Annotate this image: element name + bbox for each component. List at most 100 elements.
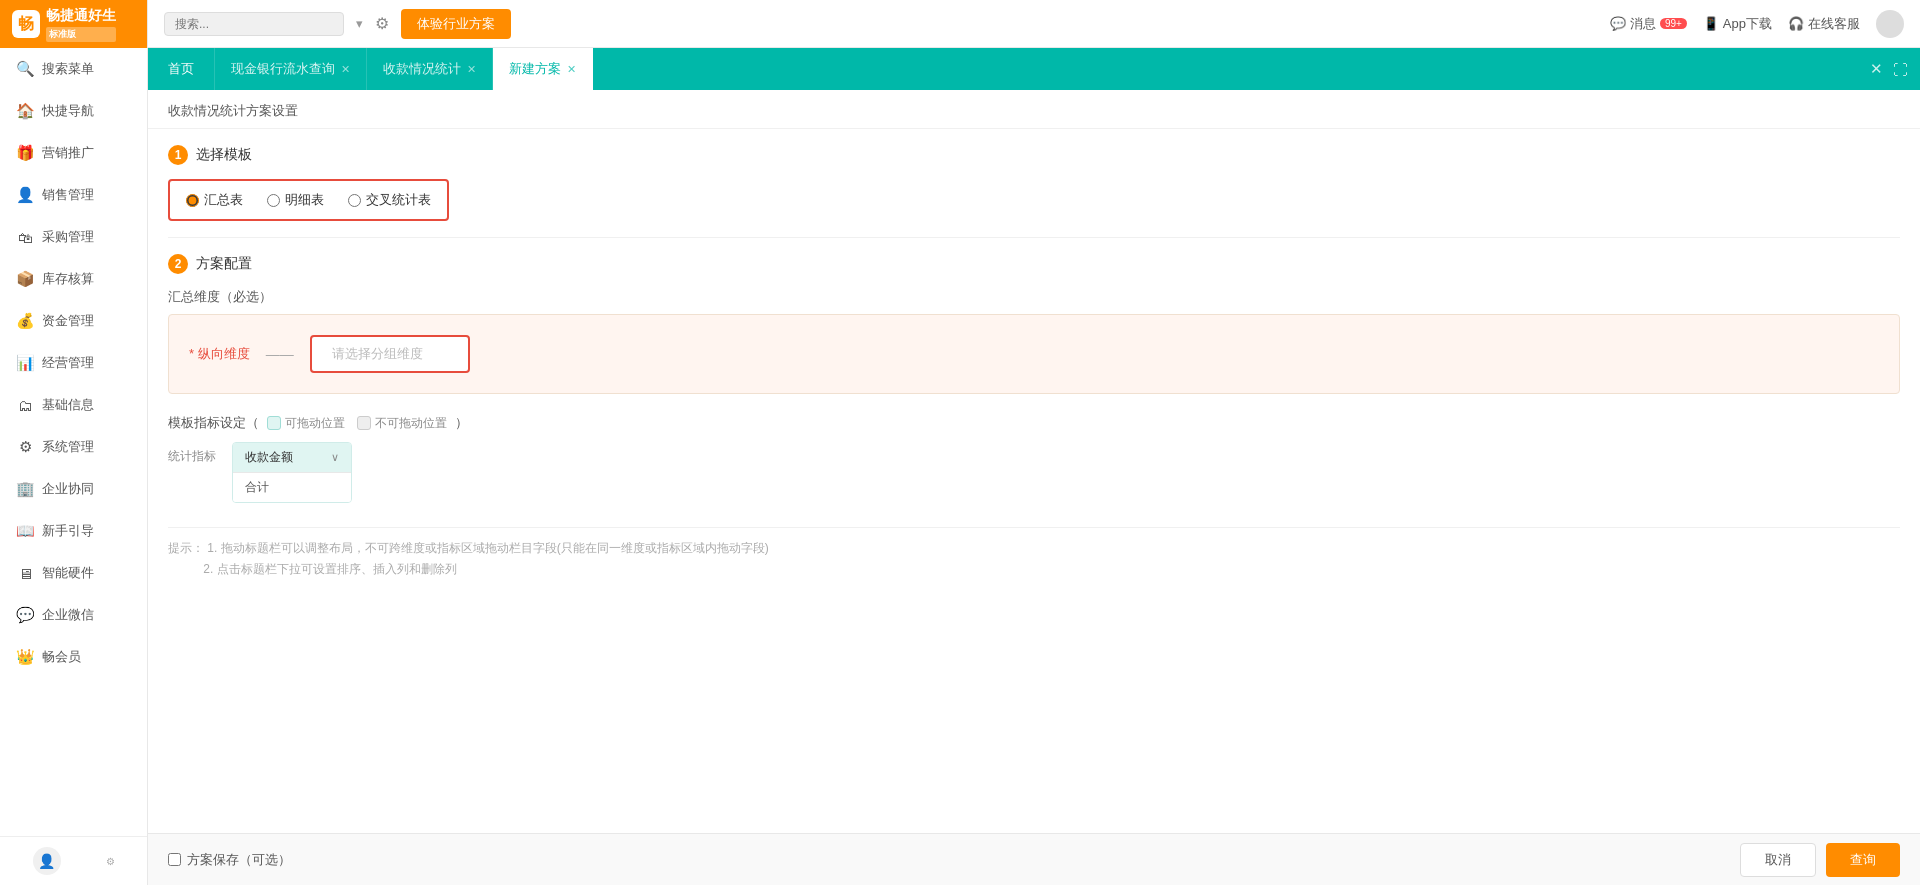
template-option-detail[interactable]: 明细表 bbox=[267, 191, 324, 209]
stats-tab-label: 收款情况统计 bbox=[383, 60, 461, 78]
building-icon: 🏢 bbox=[16, 480, 34, 498]
crown-icon: 👑 bbox=[16, 648, 34, 666]
dim-row: 纵向维度 —— 请选择分组维度 bbox=[189, 335, 1879, 373]
template-radio-detail[interactable] bbox=[267, 194, 280, 207]
sidebar-item-hardware[interactable]: 🖥 智能硬件 bbox=[0, 552, 147, 594]
sidebar-bottom-user[interactable]: 👤 bbox=[33, 847, 61, 875]
sidebar-item-operations[interactable]: 📊 经营管理 bbox=[0, 342, 147, 384]
industry-btn[interactable]: 体验行业方案 bbox=[401, 9, 511, 39]
sidebar-item-marketing[interactable]: 🎁 营销推广 bbox=[0, 132, 147, 174]
logo-badge: 标准版 bbox=[46, 27, 116, 42]
maximize-icon[interactable]: ⛶ bbox=[1893, 61, 1908, 78]
sidebar-item-label: 企业协同 bbox=[42, 480, 94, 498]
tip-text-1: 1. 拖动标题栏可以调整布局，不可跨维度或指标区域拖动栏目字段(只能在同一维度或… bbox=[207, 541, 768, 555]
tab-close-stats[interactable]: ✕ bbox=[467, 63, 476, 76]
tip-text-2: 2. 点击标题栏下拉可设置排序、插入列和删除列 bbox=[203, 562, 456, 576]
tab-bank[interactable]: 现金银行流水查询 ✕ bbox=[215, 48, 367, 90]
tab-new[interactable]: 新建方案 ✕ bbox=[493, 48, 593, 90]
search-input[interactable] bbox=[164, 12, 344, 36]
template-option-cross[interactable]: 交叉统计表 bbox=[348, 191, 431, 209]
sidebar-item-basic[interactable]: 🗂 基础信息 bbox=[0, 384, 147, 426]
indicator-header[interactable]: 收款金额 ∨ bbox=[233, 443, 351, 472]
settings-icon[interactable]: ⚙ bbox=[375, 14, 389, 33]
sidebar-item-corp[interactable]: 🏢 企业协同 bbox=[0, 468, 147, 510]
dim-select-box[interactable]: 请选择分组维度 bbox=[310, 335, 470, 373]
dim-section-label: 汇总维度（必选） bbox=[168, 288, 1900, 306]
tab-close-new[interactable]: ✕ bbox=[567, 63, 576, 76]
non-draggable-legend-box bbox=[357, 416, 371, 430]
service-label: 在线客服 bbox=[1808, 15, 1860, 33]
cancel-button[interactable]: 取消 bbox=[1740, 843, 1816, 877]
folder-icon: 🗂 bbox=[16, 397, 34, 414]
logo-line1: 畅捷通好生 bbox=[46, 7, 116, 25]
step1-section: 1 选择模板 汇总表 明细表 交叉统计表 bbox=[148, 129, 1920, 237]
tab-stats[interactable]: 收款情况统计 ✕ bbox=[367, 48, 493, 90]
message-label: 消息 bbox=[1630, 15, 1656, 33]
service-btn[interactable]: 🎧 在线客服 bbox=[1788, 15, 1860, 33]
sidebar-item-member[interactable]: 👑 畅会员 bbox=[0, 636, 147, 678]
indicator-header-text: 收款金额 bbox=[245, 449, 293, 466]
indicator-section: 模板指标设定（ 可拖动位置 不可拖动位置 ） bbox=[168, 414, 1900, 503]
sidebar-item-guide[interactable]: 📖 新手引导 bbox=[0, 510, 147, 552]
gift-icon: 🎁 bbox=[16, 144, 34, 162]
footer: 方案保存（可选） 取消 查询 bbox=[148, 833, 1920, 885]
sidebar-item-system[interactable]: ⚙ 系统管理 bbox=[0, 426, 147, 468]
sidebar-bottom: 👤 ⚙ bbox=[0, 836, 147, 885]
chat-icon: 💬 bbox=[16, 606, 34, 624]
home-tab-label: 首页 bbox=[168, 60, 194, 78]
draggable-legend-box bbox=[267, 416, 281, 430]
main-area: ▾ ⚙ 体验行业方案 💬 消息 99+ 📱 App下载 🎧 在线客服 首页 bbox=[148, 0, 1920, 885]
sidebar-item-purchase[interactable]: 🛍 采购管理 bbox=[0, 216, 147, 258]
chart-icon: 📊 bbox=[16, 354, 34, 372]
save-checkbox[interactable] bbox=[168, 853, 181, 866]
indicator-cell-total: 合计 bbox=[233, 472, 351, 502]
money-icon: 💰 bbox=[16, 312, 34, 330]
draggable-legend: 可拖动位置 bbox=[267, 415, 345, 432]
query-button[interactable]: 查询 bbox=[1826, 843, 1900, 877]
sidebar-item-search[interactable]: 🔍 搜索菜单 bbox=[0, 48, 147, 90]
sidebar-item-wechat[interactable]: 💬 企业微信 bbox=[0, 594, 147, 636]
dropdown-arrow-icon[interactable]: ▾ bbox=[356, 16, 363, 31]
chevron-down-icon[interactable]: ∨ bbox=[331, 451, 339, 464]
sidebar-item-label: 智能硬件 bbox=[42, 564, 94, 582]
template-radio-cross[interactable] bbox=[348, 194, 361, 207]
search-icon: 🔍 bbox=[16, 60, 34, 78]
step2-label: 方案配置 bbox=[196, 255, 252, 273]
tabbar: 首页 现金银行流水查询 ✕ 收款情况统计 ✕ 新建方案 ✕ ✕ ⛶ bbox=[148, 48, 1920, 90]
template-option-summary[interactable]: 汇总表 bbox=[186, 191, 243, 209]
step2-badge: 2 bbox=[168, 254, 188, 274]
tabbar-actions: ✕ ⛶ bbox=[1858, 48, 1920, 90]
home-icon: 🏠 bbox=[16, 102, 34, 120]
sidebar-item-inventory[interactable]: 📦 库存核算 bbox=[0, 258, 147, 300]
template-radio-summary[interactable] bbox=[186, 194, 199, 207]
sidebar-item-label: 基础信息 bbox=[42, 396, 94, 414]
message-btn[interactable]: 💬 消息 99+ bbox=[1610, 15, 1687, 33]
indicator-label-suffix: ） bbox=[455, 414, 468, 432]
indicator-label-text: 模板指标设定（ bbox=[168, 414, 259, 432]
indicator-table: 收款金额 ∨ 合计 bbox=[232, 442, 352, 503]
logo-icon: 畅 bbox=[12, 10, 40, 38]
indicator-legend: 可拖动位置 不可拖动位置 bbox=[267, 415, 447, 432]
page-header: 收款情况统计方案设置 bbox=[148, 90, 1920, 129]
tab-close-bank[interactable]: ✕ bbox=[341, 63, 350, 76]
step1-badge: 1 bbox=[168, 145, 188, 165]
download-btn[interactable]: 📱 App下载 bbox=[1703, 15, 1772, 33]
sidebar-item-sales[interactable]: 👤 销售管理 bbox=[0, 174, 147, 216]
save-checkbox-label[interactable]: 方案保存（可选） bbox=[168, 851, 291, 869]
user-avatar[interactable] bbox=[1876, 10, 1904, 38]
tip-item-2: 2. 点击标题栏下拉可设置排序、插入列和删除列 bbox=[168, 561, 1900, 578]
logo-text: 畅捷通好生 标准版 bbox=[46, 7, 116, 42]
download-icon: 📱 bbox=[1703, 16, 1719, 31]
new-tab-label: 新建方案 bbox=[509, 60, 561, 78]
user-icon: 👤 bbox=[16, 186, 34, 204]
sidebar-item-label: 销售管理 bbox=[42, 186, 94, 204]
draggable-label: 可拖动位置 bbox=[285, 415, 345, 432]
close-window-icon[interactable]: ✕ bbox=[1870, 60, 1883, 78]
message-icon: 💬 bbox=[1610, 16, 1626, 31]
footer-actions: 取消 查询 bbox=[1740, 843, 1900, 877]
sidebar-item-nav[interactable]: 🏠 快捷导航 bbox=[0, 90, 147, 132]
tab-home[interactable]: 首页 bbox=[148, 48, 215, 90]
step1-title: 1 选择模板 bbox=[168, 145, 1900, 165]
sidebar-bottom-settings[interactable]: ⚙ bbox=[106, 856, 115, 867]
sidebar-item-finance[interactable]: 💰 资金管理 bbox=[0, 300, 147, 342]
